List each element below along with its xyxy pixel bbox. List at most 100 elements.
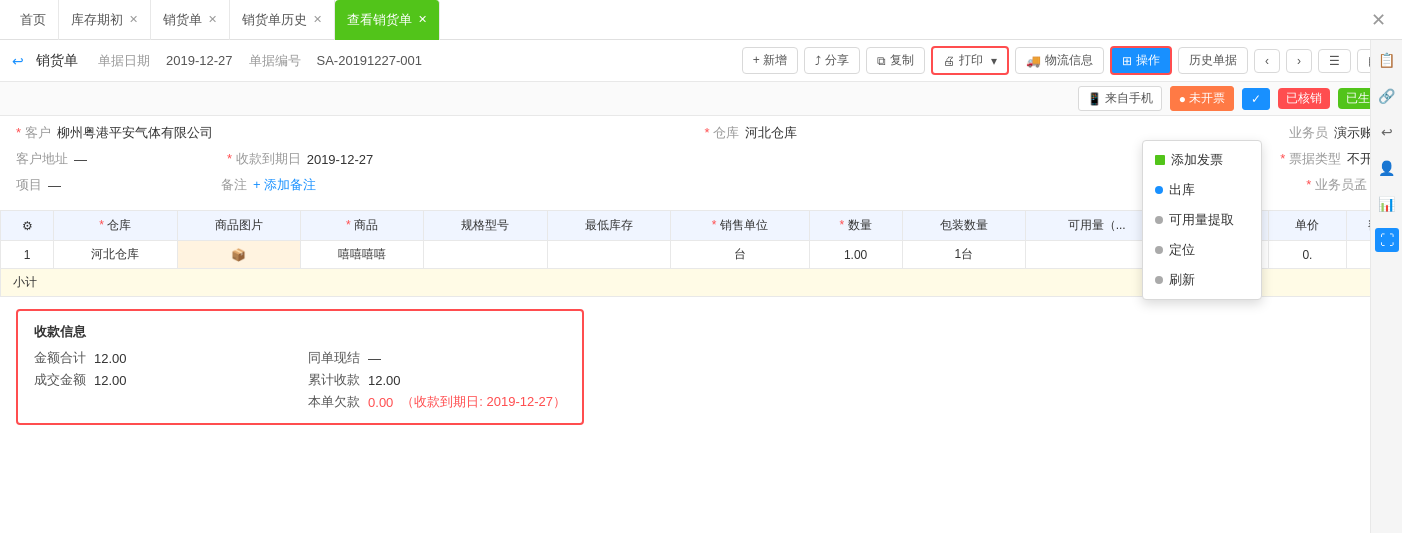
row-pack-qty: 1台 — [902, 241, 1025, 269]
copy-button[interactable]: ⧉ 复制 — [866, 47, 925, 74]
address-field: 客户地址 — — [16, 150, 87, 168]
print-icon: 🖨 — [943, 54, 955, 68]
row-price: 0. — [1269, 241, 1347, 269]
print-button[interactable]: 🖨 打印 ▾ — [931, 46, 1009, 75]
tab-close-sales[interactable]: ✕ — [208, 13, 217, 26]
row-warehouse: 河北仓库 — [54, 241, 177, 269]
tab-sales-order[interactable]: 销货单 ✕ — [151, 0, 230, 40]
phone-icon: 📱 — [1087, 92, 1102, 106]
right-sidebar: 📋 🔗 ↩ 👤 📊 ⛶ — [1370, 40, 1402, 533]
payment-title: 收款信息 — [34, 323, 566, 341]
tab-bar: 首页 库存期初 ✕ 销货单 ✕ 销货单历史 ✕ 查看销货单 ✕ ✕ — [0, 0, 1402, 40]
view1-button[interactable]: ☰ — [1318, 49, 1351, 73]
share-icon: ⤴ — [815, 54, 821, 68]
prev-button[interactable]: ‹ — [1254, 49, 1280, 73]
dot-icon: ● — [1179, 92, 1186, 106]
main-toolbar: ↩ 销货单 单据日期 2019-12-27 单据编号 SA-20191227-0… — [0, 40, 1402, 82]
locate-icon — [1155, 246, 1163, 254]
staff-label: 业务员 — [1289, 124, 1328, 142]
new-button[interactable]: + 新增 — [742, 47, 798, 74]
window-close-button[interactable]: ✕ — [1363, 9, 1394, 31]
col-unit: 销售单位 — [671, 211, 810, 241]
history-button[interactable]: 历史单据 — [1178, 47, 1248, 74]
tab-sales-history[interactable]: 销货单历史 ✕ — [230, 0, 335, 40]
sidebar-icon-1[interactable]: 📋 — [1375, 48, 1399, 72]
note-field: 备注 + 添加备注 — [221, 176, 316, 194]
logistics-icon: 🚚 — [1026, 54, 1041, 68]
cumulative-label: 累计收款 — [308, 371, 360, 389]
from-phone-button[interactable]: 📱 来自手机 — [1078, 86, 1162, 111]
add-note-button[interactable]: + 添加备注 — [253, 176, 316, 194]
refresh-icon — [1155, 276, 1163, 284]
dropdown-add-invoice[interactable]: 添加发票 — [1143, 145, 1261, 175]
note-label: 备注 — [221, 176, 247, 194]
tab-close-inventory[interactable]: ✕ — [129, 13, 138, 26]
customer-field: 客户 柳州粤港平安气体有限公司 — [16, 124, 213, 142]
same-order-value: — — [368, 351, 381, 366]
next-button[interactable]: › — [1286, 49, 1312, 73]
sidebar-icon-4[interactable]: 👤 — [1375, 156, 1399, 180]
col-image: 商品图片 — [177, 211, 300, 241]
warehouse-value: 河北仓库 — [745, 124, 797, 142]
ticket-type-label: 票据类型 — [1280, 150, 1341, 168]
project-field: 项目 — — [16, 176, 61, 194]
row-num: 1 — [1, 241, 54, 269]
owed-note: （收款到期日: 2019-12-27） — [401, 393, 566, 411]
sidebar-icon-2[interactable]: 🔗 — [1375, 84, 1399, 108]
cumulative-value: 12.00 — [368, 373, 401, 388]
tab-view-sales[interactable]: 查看销货单 ✕ — [335, 0, 440, 40]
number-label: 单据编号 — [249, 52, 301, 70]
payment-total-row: 金额合计 12.00 — [34, 349, 292, 367]
payment-grid: 金额合计 12.00 同单现结 — 成交金额 12.00 累计收款 12.00 — [34, 349, 566, 411]
dropdown-available-qty[interactable]: 可用量提取 — [1143, 205, 1261, 235]
tab-close-history[interactable]: ✕ — [313, 13, 322, 26]
row-product: 嘻嘻嘻嘻 — [300, 241, 423, 269]
customer-value: 柳州粤港平安气体有限公司 — [57, 124, 213, 142]
sidebar-icon-expand[interactable]: ⛶ — [1375, 228, 1399, 252]
operation-button[interactable]: ⊞ 操作 — [1110, 46, 1172, 75]
check-button[interactable]: ✓ — [1242, 88, 1270, 110]
logistics-button[interactable]: 🚚 物流信息 — [1015, 47, 1104, 74]
copy-icon: ⧉ — [877, 54, 886, 68]
tab-close-view[interactable]: ✕ — [418, 13, 427, 26]
payment-date-value: 2019-12-27 — [307, 152, 374, 167]
col-pack-qty: 包装数量 — [902, 211, 1025, 241]
operation-dropdown: 添加发票 出库 可用量提取 定位 刷新 — [1142, 140, 1262, 300]
project-value: — — [48, 178, 61, 193]
sub-toolbar: 📱 来自手机 ● 未开票 ✓ 已核销 已生效 — [0, 82, 1402, 116]
doc-title: 销货单 — [36, 52, 78, 70]
payment-section: 收款信息 金额合计 12.00 同单现结 — 成交金额 12.00 — [16, 309, 584, 425]
date-value: 2019-12-27 — [166, 53, 233, 68]
tab-home[interactable]: 首页 — [8, 0, 59, 40]
row-image: 📦 — [177, 241, 300, 269]
print-dropdown-arrow[interactable]: ▾ — [991, 54, 997, 68]
payment-owed-row: 本单欠款 0.00 （收款到期日: 2019-12-27） — [308, 393, 566, 411]
col-settings: ⚙ — [1, 211, 54, 241]
operation-icon: ⊞ — [1122, 54, 1132, 68]
tab-inventory-init[interactable]: 库存期初 ✕ — [59, 0, 151, 40]
doc-meta: 单据日期 2019-12-27 单据编号 SA-20191227-001 — [98, 52, 422, 70]
date-label: 单据日期 — [98, 52, 150, 70]
dropdown-refresh[interactable]: 刷新 — [1143, 265, 1261, 295]
number-value: SA-20191227-001 — [317, 53, 423, 68]
col-product: 商品 — [300, 211, 423, 241]
dropdown-locate[interactable]: 定位 — [1143, 235, 1261, 265]
address-value: — — [74, 152, 87, 167]
not-opened-button[interactable]: ● 未开票 — [1170, 86, 1234, 111]
cancel-badge: 已核销 — [1278, 88, 1330, 109]
sidebar-icon-5[interactable]: 📊 — [1375, 192, 1399, 216]
same-order-label: 同单现结 — [308, 349, 360, 367]
payment-date-label: 收款到期日 — [227, 150, 301, 168]
row-spec — [424, 241, 547, 269]
outbound-icon — [1155, 186, 1163, 194]
col-min-stock: 最低库存 — [547, 211, 670, 241]
dropdown-outbound[interactable]: 出库 — [1143, 175, 1261, 205]
col-spec: 规格型号 — [424, 211, 547, 241]
doc-icon: ↩ — [12, 53, 24, 69]
share-button[interactable]: ⤴ 分享 — [804, 47, 860, 74]
sidebar-icon-3[interactable]: ↩ — [1375, 120, 1399, 144]
payment-area: 收款信息 金额合计 12.00 同单现结 — 成交金额 12.00 — [0, 297, 1402, 437]
owed-label: 本单欠款 — [308, 393, 360, 411]
payment-date-field: 收款到期日 2019-12-27 — [227, 150, 373, 168]
payment-same-order-row: 同单现结 — — [308, 349, 566, 367]
